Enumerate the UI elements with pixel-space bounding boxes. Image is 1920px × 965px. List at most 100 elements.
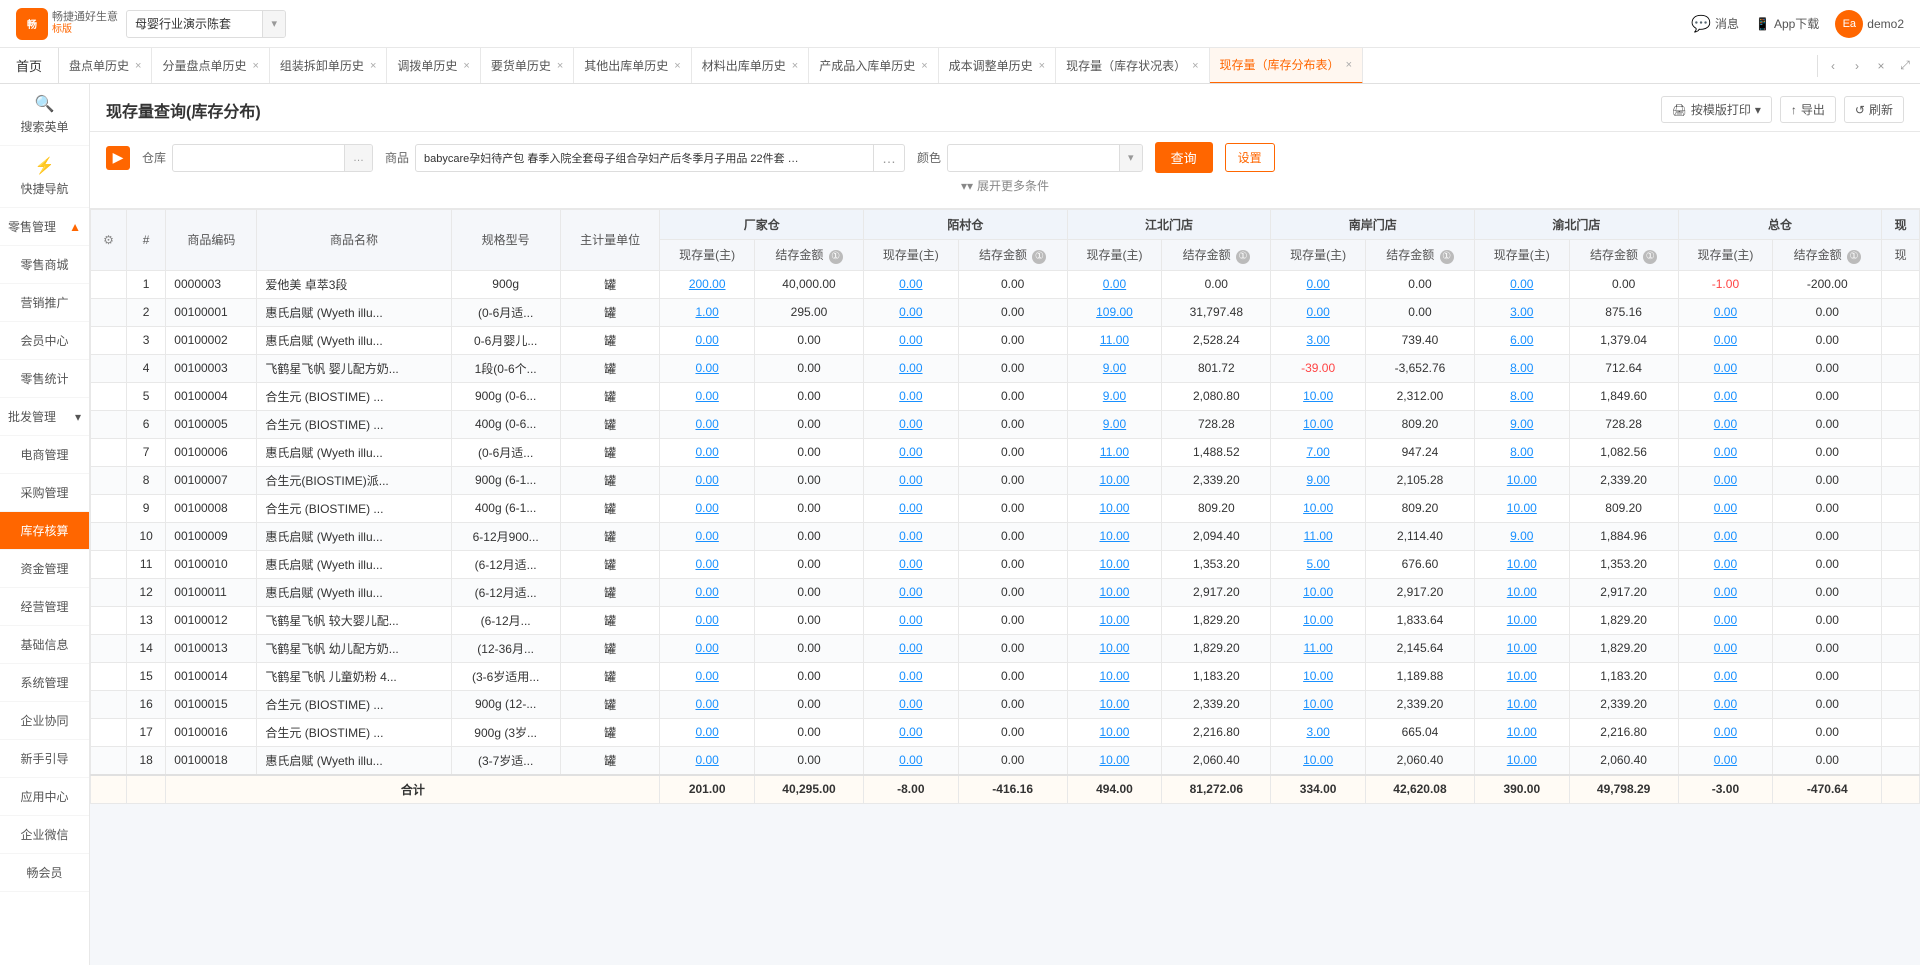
- tab-close-inventory-status[interactable]: ×: [1192, 60, 1198, 72]
- row-changjia-curr-12[interactable]: 0.00: [660, 606, 754, 634]
- row-nanand-curr-14[interactable]: 10.00: [1271, 662, 1365, 690]
- row-yubei-curr-11[interactable]: 10.00: [1475, 578, 1569, 606]
- row-changjia-curr-16[interactable]: 0.00: [660, 718, 754, 746]
- tab-inventory-status[interactable]: 现存量（库存状况表） ×: [1056, 48, 1209, 84]
- row-changjia-curr-7[interactable]: 0.00: [660, 466, 754, 494]
- tab-close-assembly[interactable]: ×: [370, 60, 376, 72]
- row-changjia-curr-9[interactable]: 0.00: [660, 522, 754, 550]
- table-area[interactable]: ⚙ # 商品编码 商品名称 规格型号 主计量单位 厂家仓 陌村仓 江北门店 南岸…: [90, 209, 1920, 965]
- sidebar-item-retail-mall[interactable]: 零售商城: [0, 246, 89, 284]
- row-mucun-curr-4[interactable]: 0.00: [864, 382, 958, 410]
- row-changjia-curr-1[interactable]: 1.00: [660, 298, 754, 326]
- row-yubei-curr-0[interactable]: 0.00: [1475, 270, 1569, 298]
- tab-close-material-out[interactable]: ×: [792, 60, 798, 72]
- sidebar-item-enterprise[interactable]: 企业协同: [0, 702, 89, 740]
- company-dropdown[interactable]: 母婴行业演示陈套 ▾: [126, 10, 286, 38]
- row-jiangbei-curr-16[interactable]: 10.00: [1067, 718, 1161, 746]
- row-jiangbei-curr-12[interactable]: 10.00: [1067, 606, 1161, 634]
- row-mucun-curr-2[interactable]: 0.00: [864, 326, 958, 354]
- tab-cost-adjust[interactable]: 成本调整单历史 ×: [939, 48, 1056, 84]
- goods-input[interactable]: babycare孕妇待产包 春季入院全套母子组合孕妇产后冬季月子用品 22件套 …: [415, 144, 905, 172]
- row-mucun-curr-14[interactable]: 0.00: [864, 662, 958, 690]
- dropdown-arrow-icon[interactable]: ▾: [262, 11, 285, 37]
- row-nanand-curr-9[interactable]: 11.00: [1271, 522, 1365, 550]
- row-nanand-curr-1[interactable]: 0.00: [1271, 298, 1365, 326]
- sidebar-item-member[interactable]: 会员中心: [0, 322, 89, 360]
- row-mucun-curr-16[interactable]: 0.00: [864, 718, 958, 746]
- row-jiangbei-curr-0[interactable]: 0.00: [1067, 270, 1161, 298]
- sidebar-item-retail-mgmt[interactable]: 零售管理 ▲: [0, 208, 89, 246]
- row-changjia-curr-10[interactable]: 0.00: [660, 550, 754, 578]
- expand-conditions-btn[interactable]: ▾▾ 展开更多条件: [106, 173, 1904, 198]
- row-nanand-curr-4[interactable]: 10.00: [1271, 382, 1365, 410]
- row-yubei-curr-13[interactable]: 10.00: [1475, 634, 1569, 662]
- warehouse-dots-btn[interactable]: …: [344, 145, 372, 171]
- sidebar-item-quick-nav[interactable]: ⚡ 快捷导航: [0, 146, 89, 208]
- row-changjia-curr-17[interactable]: 0.00: [660, 746, 754, 775]
- row-yubei-curr-8[interactable]: 10.00: [1475, 494, 1569, 522]
- tab-close-cost-adjust[interactable]: ×: [1039, 60, 1045, 72]
- row-total-curr-2[interactable]: 0.00: [1678, 326, 1772, 354]
- row-yubei-curr-3[interactable]: 8.00: [1475, 354, 1569, 382]
- tab-close-product-in[interactable]: ×: [921, 60, 927, 72]
- warehouse-text-input[interactable]: [173, 147, 344, 169]
- row-changjia-curr-3[interactable]: 0.00: [660, 354, 754, 382]
- row-yubei-curr-7[interactable]: 10.00: [1475, 466, 1569, 494]
- row-total-curr-13[interactable]: 0.00: [1678, 634, 1772, 662]
- row-nanand-curr-8[interactable]: 10.00: [1271, 494, 1365, 522]
- row-changjia-curr-4[interactable]: 0.00: [660, 382, 754, 410]
- color-select[interactable]: ▾: [947, 144, 1143, 172]
- sidebar-item-vip[interactable]: 畅会员: [0, 854, 89, 892]
- tab-close-other-out[interactable]: ×: [674, 60, 680, 72]
- total-amt-info-icon[interactable]: ①: [1847, 250, 1861, 264]
- row-mucun-curr-6[interactable]: 0.00: [864, 438, 958, 466]
- settings-btn[interactable]: 设置: [1225, 143, 1275, 172]
- row-jiangbei-curr-9[interactable]: 10.00: [1067, 522, 1161, 550]
- row-yubei-curr-5[interactable]: 9.00: [1475, 410, 1569, 438]
- row-changjia-curr-14[interactable]: 0.00: [660, 662, 754, 690]
- changjia-amt-info-icon[interactable]: ①: [829, 250, 843, 264]
- row-changjia-curr-11[interactable]: 0.00: [660, 578, 754, 606]
- tab-transfer[interactable]: 调拨单历史 ×: [387, 48, 480, 84]
- message-btn[interactable]: 💬 消息: [1691, 14, 1739, 34]
- row-mucun-curr-1[interactable]: 0.00: [864, 298, 958, 326]
- row-yubei-curr-12[interactable]: 10.00: [1475, 606, 1569, 634]
- row-mucun-curr-5[interactable]: 0.00: [864, 410, 958, 438]
- row-jiangbei-curr-3[interactable]: 9.00: [1067, 354, 1161, 382]
- tab-close-transfer[interactable]: ×: [463, 60, 469, 72]
- tab-close-purchase-history[interactable]: ×: [557, 60, 563, 72]
- row-jiangbei-curr-8[interactable]: 10.00: [1067, 494, 1161, 522]
- row-nanand-curr-16[interactable]: 3.00: [1271, 718, 1365, 746]
- sidebar-item-purchase[interactable]: 采购管理: [0, 474, 89, 512]
- tab-material-out[interactable]: 材料出库单历史 ×: [692, 48, 809, 84]
- tab-inventory-dist[interactable]: 现存量（库存分布表） ×: [1210, 48, 1363, 84]
- row-nanand-curr-2[interactable]: 3.00: [1271, 326, 1365, 354]
- row-changjia-curr-6[interactable]: 0.00: [660, 438, 754, 466]
- row-nanand-curr-0[interactable]: 0.00: [1271, 270, 1365, 298]
- yubei-amt-info-icon[interactable]: ①: [1643, 250, 1657, 264]
- tab-purchase-history[interactable]: 要货单历史 ×: [481, 48, 574, 84]
- row-yubei-curr-9[interactable]: 9.00: [1475, 522, 1569, 550]
- row-jiangbei-curr-5[interactable]: 9.00: [1067, 410, 1161, 438]
- app-download-btn[interactable]: 📱 App下载: [1755, 15, 1819, 32]
- row-total-curr-3[interactable]: 0.00: [1678, 354, 1772, 382]
- row-mucun-curr-7[interactable]: 0.00: [864, 466, 958, 494]
- row-mucun-curr-0[interactable]: 0.00: [864, 270, 958, 298]
- row-total-curr-0[interactable]: -1.00: [1678, 270, 1772, 298]
- tab-prev-btn[interactable]: ‹: [1822, 55, 1844, 77]
- row-nanand-curr-7[interactable]: 9.00: [1271, 466, 1365, 494]
- row-mucun-curr-8[interactable]: 0.00: [864, 494, 958, 522]
- row-nanand-curr-5[interactable]: 10.00: [1271, 410, 1365, 438]
- row-total-curr-5[interactable]: 0.00: [1678, 410, 1772, 438]
- row-yubei-curr-10[interactable]: 10.00: [1475, 550, 1569, 578]
- row-total-curr-7[interactable]: 0.00: [1678, 466, 1772, 494]
- row-total-curr-9[interactable]: 0.00: [1678, 522, 1772, 550]
- user-btn[interactable]: Ea demo2: [1835, 10, 1904, 38]
- sidebar-item-operations[interactable]: 经营管理: [0, 588, 89, 626]
- sidebar-item-new-guide[interactable]: 新手引导: [0, 740, 89, 778]
- tab-assembly[interactable]: 组装拆卸单历史 ×: [270, 48, 387, 84]
- row-nanand-curr-3[interactable]: -39.00: [1271, 354, 1365, 382]
- row-total-curr-1[interactable]: 0.00: [1678, 298, 1772, 326]
- row-jiangbei-curr-10[interactable]: 10.00: [1067, 550, 1161, 578]
- row-mucun-curr-10[interactable]: 0.00: [864, 550, 958, 578]
